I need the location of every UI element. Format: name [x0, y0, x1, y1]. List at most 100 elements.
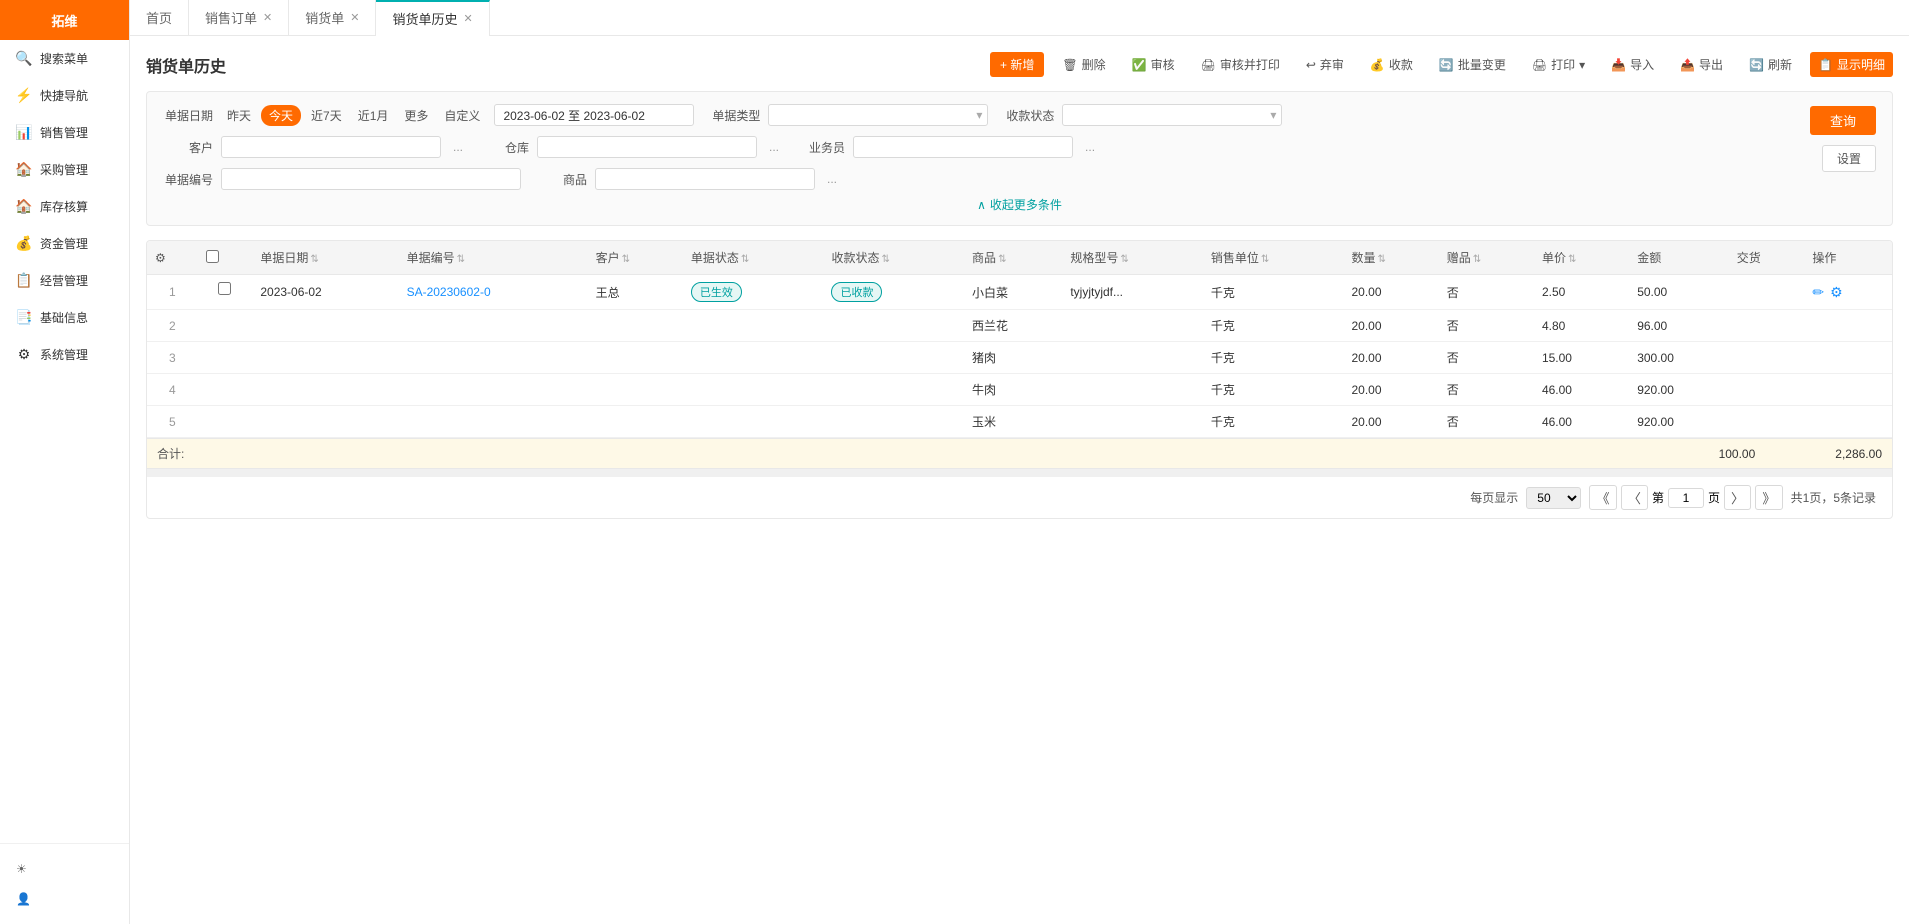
print-button[interactable]: 🖨 打印 ▾: [1524, 52, 1593, 77]
query-button[interactable]: 查询: [1810, 106, 1876, 135]
sort-goods-icon: ⇅: [998, 254, 1006, 265]
tab-sales-order-close[interactable]: ✕: [263, 11, 272, 24]
row-checkbox[interactable]: [218, 282, 231, 295]
date-more[interactable]: 更多: [398, 105, 434, 126]
row-date: 2023-06-02: [252, 275, 398, 310]
row-unit: 千克: [1203, 275, 1344, 310]
sidebar-item-search[interactable]: 🔍 搜索菜单: [0, 40, 129, 77]
sales-icon: 📊: [16, 125, 32, 141]
select-all-checkbox[interactable]: [206, 250, 219, 263]
sidebar-item-operations[interactable]: 📋 经营管理: [0, 262, 129, 299]
filter-doc-type: 单据类型 ▾: [710, 104, 988, 126]
goods-more-icon[interactable]: ...: [827, 172, 837, 186]
tab-home[interactable]: 首页: [130, 0, 189, 36]
table-row: 4 牛肉 千克 20.00 否 46.00 920.00: [147, 374, 1892, 406]
row-gift: 否: [1439, 275, 1534, 310]
sidebar-item-finance[interactable]: 💰 资金管理: [0, 225, 129, 262]
row-payment-status: [823, 374, 964, 406]
batch-icon: 🔄: [1439, 58, 1454, 72]
next-page-button[interactable]: 〉: [1724, 485, 1751, 510]
review-print-icon: 🖨: [1201, 58, 1216, 72]
action-icons: ✏ ⚙: [1812, 284, 1884, 301]
search-icon: 🔍: [16, 51, 32, 67]
row-num: 5: [147, 406, 198, 438]
new-button[interactable]: + 新增: [990, 52, 1044, 77]
inventory-icon: 🏠: [16, 199, 32, 215]
col-amount: 金额: [1629, 241, 1729, 275]
refresh-icon: 🔄: [1749, 58, 1764, 72]
collect-button[interactable]: 💰 收款: [1362, 52, 1421, 77]
footer-totals: 100.00 2,286.00: [1719, 447, 1882, 461]
show-detail-button[interactable]: 📋 显示明细: [1810, 52, 1893, 77]
col-price: 单价⇅: [1534, 241, 1629, 275]
page-number-input[interactable]: [1668, 488, 1704, 508]
review-print-button[interactable]: 🖨 审核并打印: [1193, 52, 1288, 77]
warehouse-more-icon[interactable]: ...: [769, 140, 779, 154]
prev-page-button[interactable]: 〈: [1621, 485, 1648, 510]
customer-more-icon[interactable]: ...: [453, 140, 463, 154]
print-dropdown-icon: ▾: [1579, 58, 1585, 72]
table-row: 1 2023-06-02 SA-20230602-0 王总 已生效 已收款 小白…: [147, 275, 1892, 310]
goods-label: 商品: [537, 171, 587, 188]
edit-icon[interactable]: ✏: [1812, 284, 1824, 301]
toolbar: + 新增 🗑 删除 ✅ 审核 🖨 审核并打印 ↩ 弃审: [990, 52, 1893, 77]
tab-history-close[interactable]: ✕: [464, 12, 473, 25]
doc-no-link[interactable]: SA-20230602-0: [407, 285, 491, 299]
goods-input[interactable]: [595, 168, 815, 190]
tab-invoice-close[interactable]: ✕: [350, 11, 359, 24]
first-page-button[interactable]: 《: [1589, 485, 1616, 510]
row-customer: 王总: [588, 275, 683, 310]
settings-button[interactable]: 设置: [1822, 145, 1876, 172]
payment-status-input[interactable]: [1062, 104, 1282, 126]
review-button[interactable]: ✅ 审核: [1124, 52, 1183, 77]
doc-no-label: 单据编号: [163, 171, 213, 188]
sidebar-bottom-help[interactable]: ☀: [0, 854, 129, 884]
customer-input[interactable]: [221, 136, 441, 158]
staff-input[interactable]: [853, 136, 1073, 158]
date-yesterday[interactable]: 昨天: [221, 105, 257, 126]
collapse-button[interactable]: ∧ 收起更多条件: [977, 196, 1062, 213]
doc-no-input[interactable]: [221, 168, 521, 190]
col-customer: 客户⇅: [588, 241, 683, 275]
staff-more-icon[interactable]: ...: [1085, 140, 1095, 154]
gear-icon[interactable]: ⚙: [155, 251, 166, 265]
sidebar-item-sales[interactable]: 📊 销售管理: [0, 114, 129, 151]
date-today[interactable]: 今天: [261, 105, 301, 126]
batch-change-button[interactable]: 🔄 批量变更: [1431, 52, 1514, 77]
export-button[interactable]: 📤 导出: [1672, 52, 1731, 77]
last-page-button[interactable]: 》: [1755, 485, 1782, 510]
date-range-input[interactable]: [494, 104, 694, 126]
per-page-select[interactable]: 50 100 200: [1526, 487, 1581, 509]
page-nav: 《 〈 第 页 〉 》: [1589, 485, 1782, 510]
sidebar-item-purchase[interactable]: 🏠 采购管理: [0, 151, 129, 188]
date-7days[interactable]: 近7天: [305, 105, 348, 126]
row-customer: [588, 310, 683, 342]
tab-sales-order[interactable]: 销售订单 ✕: [189, 0, 289, 36]
row-qty: 20.00: [1343, 275, 1438, 310]
row-goods: 牛肉: [964, 374, 1062, 406]
refresh-button[interactable]: 🔄 刷新: [1741, 52, 1800, 77]
date-label: 单据日期: [163, 107, 213, 124]
more-icon[interactable]: ⚙: [1830, 284, 1843, 301]
cancel-review-button[interactable]: ↩ 弃审: [1298, 52, 1352, 77]
page-suffix: 页: [1708, 489, 1720, 506]
sidebar-item-base-info[interactable]: 📑 基础信息: [0, 299, 129, 336]
sidebar-item-system[interactable]: ⚙ 系统管理: [0, 336, 129, 373]
date-1month[interactable]: 近1月: [352, 105, 395, 126]
row-price: 46.00: [1534, 406, 1629, 438]
sidebar-bottom-user[interactable]: 👤: [0, 884, 129, 914]
collapse-label: 收起更多条件: [990, 196, 1062, 213]
sidebar-item-quick-nav[interactable]: ⚡ 快捷导航: [0, 77, 129, 114]
cancel-review-label: 弃审: [1320, 56, 1344, 73]
doc-type-input[interactable]: [768, 104, 988, 126]
import-button[interactable]: 📥 导入: [1603, 52, 1662, 77]
warehouse-input[interactable]: [537, 136, 757, 158]
date-custom[interactable]: 自定义: [438, 105, 486, 126]
delete-button[interactable]: 🗑 删除: [1054, 52, 1113, 77]
scroll-bar[interactable]: [147, 468, 1892, 476]
tab-history[interactable]: 销货单历史 ✕: [376, 0, 489, 36]
sidebar-item-inventory[interactable]: 🏠 库存核算: [0, 188, 129, 225]
tab-bar: 首页 销售订单 ✕ 销货单 ✕ 销货单历史 ✕: [130, 0, 1909, 36]
tab-invoice[interactable]: 销货单 ✕: [289, 0, 376, 36]
row-date: [252, 374, 398, 406]
